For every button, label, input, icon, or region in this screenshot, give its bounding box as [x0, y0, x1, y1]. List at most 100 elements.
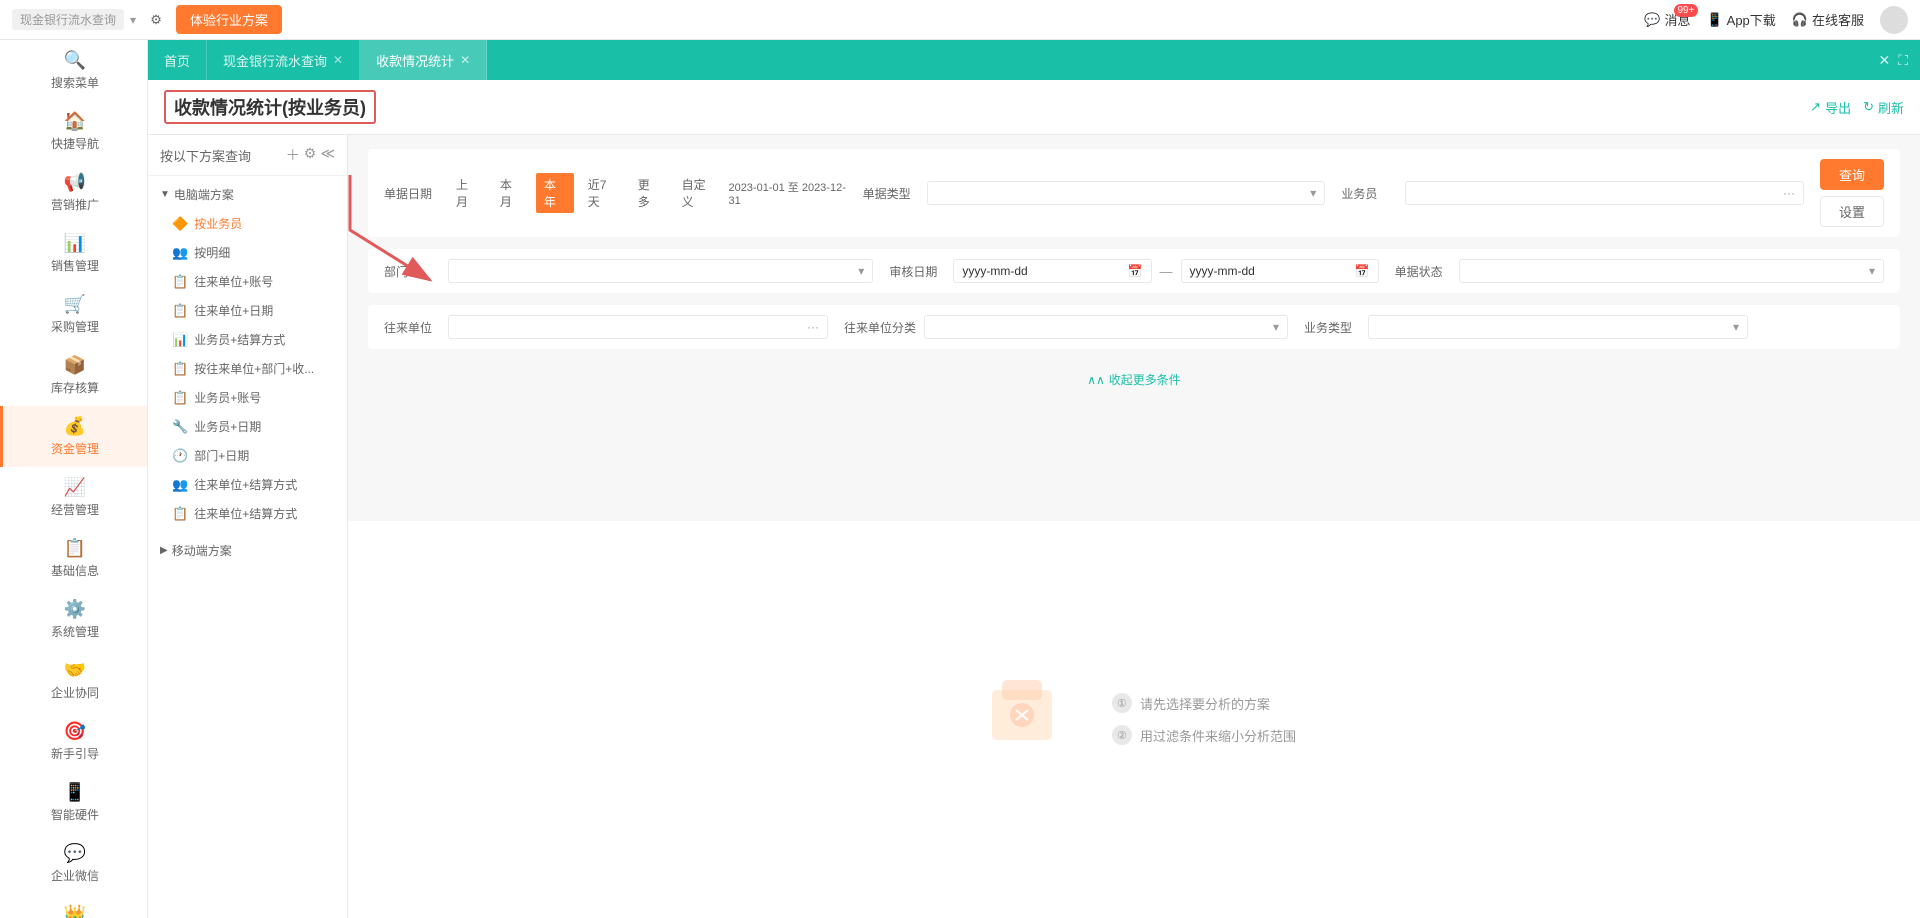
- app-download-area[interactable]: 📱 App下载: [1706, 10, 1775, 29]
- trial-button[interactable]: 体验行业方案: [176, 5, 282, 34]
- scheme-item-icon: 📋: [172, 274, 188, 290]
- collapse-icon: ∧∧: [1087, 373, 1105, 387]
- scheme-panel: 按以下方案查询 ＋ ⚙ ≪ ▼ 电脑端方案 🔶 按业务员: [148, 135, 348, 918]
- doc-status-label: 单据状态: [1395, 263, 1451, 280]
- scheme-item-staff-settlement[interactable]: 📊 业务员+结算方式: [148, 325, 347, 354]
- audit-date-label: 审核日期: [889, 263, 945, 280]
- sidebar-item-search-menu[interactable]: 🔍 搜索菜单: [0, 40, 147, 101]
- scheme-group-mobile: ▶ 移动端方案: [148, 532, 347, 569]
- staff-input[interactable]: ···: [1405, 181, 1804, 205]
- scheme-item-partner-settlement2[interactable]: 📋 往来单位+结算方式: [148, 499, 347, 528]
- audit-date-end-input[interactable]: yyyy-mm-dd 📅: [1181, 259, 1379, 283]
- collapse-bar[interactable]: ∧∧ 收起更多条件: [368, 361, 1900, 398]
- quick-nav-icon: 🏠: [64, 111, 86, 132]
- window-maximize-icon[interactable]: ⛶: [1898, 52, 1908, 69]
- date-tab-more[interactable]: 更多: [630, 173, 668, 213]
- refresh-button[interactable]: ↻ 刷新: [1863, 98, 1904, 117]
- tab-cashflow[interactable]: 现金银行流水查询 ✕: [207, 40, 360, 80]
- scheme-group-desktop-title[interactable]: ▼ 电脑端方案: [148, 180, 347, 209]
- scheme-item-partner-settlement1[interactable]: 👥 往来单位+结算方式: [148, 470, 347, 499]
- chevron-down-icon: ▾: [858, 264, 864, 278]
- window-close-icon[interactable]: ✕: [1878, 52, 1890, 69]
- filter-row-2: 部门 ▾ 审核日期 yyyy-mm-dd 📅: [368, 249, 1900, 293]
- date-tab-custom[interactable]: 自定义: [674, 173, 723, 213]
- messages-area[interactable]: 💬 消息 99+: [1644, 10, 1690, 29]
- scheme-item-staff-account[interactable]: 📋 业务员+账号: [148, 383, 347, 412]
- more-icon: ···: [1783, 186, 1795, 200]
- tab-collection[interactable]: 收款情况统计 ✕: [360, 40, 487, 80]
- biz-type-label: 业务类型: [1304, 319, 1360, 336]
- export-button[interactable]: ↗ 导出: [1810, 98, 1851, 117]
- tab-cashflow-close-icon[interactable]: ✕: [333, 53, 343, 67]
- chevron-down-icon[interactable]: ▾: [130, 13, 136, 27]
- app-download-icon: 📱: [1706, 12, 1722, 28]
- sidebar-item-member[interactable]: 👑 畅会员: [0, 894, 147, 918]
- partner-input[interactable]: ···: [448, 315, 828, 339]
- calendar-start-icon: 📅: [1128, 264, 1143, 278]
- filter-row-1: 单据日期 上月 本月 本年 近7天 更多 自定义 2023-01-01 至 20…: [368, 149, 1900, 237]
- scheme-item-icon: 📋: [172, 506, 188, 522]
- sidebar-item-enterprise[interactable]: 🤝 企业协同: [0, 650, 147, 711]
- scheme-item-partner-date[interactable]: 📋 往来单位+日期: [148, 296, 347, 325]
- scheme-item-by-detail[interactable]: 👥 按明细: [148, 238, 347, 267]
- scheme-item-icon: 🔧: [172, 419, 188, 435]
- scheme-settings-button[interactable]: ⚙: [304, 145, 317, 165]
- avatar[interactable]: [1880, 6, 1908, 34]
- sidebar-item-guide[interactable]: 🎯 新手引导: [0, 711, 147, 772]
- sidebar-item-purchase[interactable]: 🛒 采购管理: [0, 284, 147, 345]
- sidebar-item-system[interactable]: ⚙️ 系统管理: [0, 589, 147, 650]
- biz-type-input[interactable]: ▾: [1368, 315, 1748, 339]
- sidebar-item-weixin[interactable]: 💬 企业微信: [0, 833, 147, 894]
- operation-icon: 📈: [64, 477, 86, 498]
- more-icon: ···: [807, 320, 819, 334]
- date-tab-this-year[interactable]: 本年: [536, 173, 574, 213]
- partner-type-input[interactable]: ▾: [924, 315, 1288, 339]
- scheme-collapse-button[interactable]: ≪: [320, 145, 335, 165]
- window-controls: ✕ ⛶: [1866, 40, 1920, 80]
- scheme-add-button[interactable]: ＋: [286, 145, 300, 165]
- scheme-item-partner-account[interactable]: 📋 往来单位+账号: [148, 267, 347, 296]
- audit-date-start-input[interactable]: yyyy-mm-dd 📅: [953, 259, 1151, 283]
- doc-status-input[interactable]: ▾: [1459, 259, 1884, 283]
- chevron-down-icon: ▼: [160, 189, 170, 200]
- sidebar-item-label: 智能硬件: [51, 806, 99, 823]
- sidebar-item-basic-info[interactable]: 📋 基础信息: [0, 528, 147, 589]
- partner-label: 往来单位: [384, 319, 440, 336]
- tab-collection-close-icon[interactable]: ✕: [460, 53, 470, 67]
- scheme-item-icon: 📊: [172, 332, 188, 348]
- doc-status-filter-item: 单据状态 ▾: [1395, 259, 1884, 283]
- app-download-label: App下载: [1727, 10, 1776, 29]
- scheme-item-staff-date[interactable]: 🔧 业务员+日期: [148, 412, 347, 441]
- sidebar-item-sales[interactable]: 📊 销售管理: [0, 223, 147, 284]
- setting-button[interactable]: 设置: [1820, 196, 1884, 227]
- date-tab-last7days[interactable]: 近7天: [580, 173, 624, 213]
- breadcrumb-area: 现金银行流水查询 ▾ ⚙ 体验行业方案: [12, 5, 1644, 34]
- scheme-item-dept-date[interactable]: 🕐 部门+日期: [148, 441, 347, 470]
- sidebar-item-smart-hw[interactable]: 📱 智能硬件: [0, 772, 147, 833]
- tab-home[interactable]: 首页: [148, 40, 207, 80]
- gear-icon[interactable]: ⚙: [142, 6, 170, 34]
- online-service-area[interactable]: 🎧 在线客服: [1792, 10, 1864, 29]
- scheme-item-by-staff[interactable]: 🔶 按业务员: [148, 209, 347, 238]
- scheme-item-icon: 👥: [172, 477, 188, 493]
- export-icon: ↗: [1810, 99, 1821, 115]
- doc-type-input[interactable]: ▾: [927, 181, 1326, 205]
- date-tab-this-month[interactable]: 本月: [492, 173, 530, 213]
- sidebar-item-label: 经营管理: [51, 501, 99, 518]
- scheme-item-by-partner-dept[interactable]: 📋 按往来单位+部门+收...: [148, 354, 347, 383]
- partner-type-label: 往来单位分类: [844, 319, 916, 336]
- chevron-down-icon: ▾: [1310, 186, 1316, 200]
- dept-input[interactable]: ▾: [448, 259, 873, 283]
- page-title: 收款情况统计(按业务员): [164, 90, 376, 124]
- scheme-group-mobile-title[interactable]: ▶ 移动端方案: [148, 536, 347, 565]
- sidebar-item-inventory[interactable]: 📦 库存核算: [0, 345, 147, 406]
- sidebar-item-quick-nav[interactable]: 🏠 快捷导航: [0, 101, 147, 162]
- guide-icon: 🎯: [64, 721, 86, 742]
- sidebar-item-marketing[interactable]: 📢 营销推广: [0, 162, 147, 223]
- sidebar-item-fund[interactable]: 💰 资金管理: [0, 406, 147, 467]
- date-tab-last-month[interactable]: 上月: [448, 173, 486, 213]
- sidebar-item-operation[interactable]: 📈 经营管理: [0, 467, 147, 528]
- date-filter-item: 单据日期 上月 本月 本年 近7天 更多 自定义 2023-01-01 至 20…: [384, 173, 847, 213]
- query-button[interactable]: 查询: [1820, 159, 1884, 190]
- staff-label: 业务员: [1341, 185, 1397, 202]
